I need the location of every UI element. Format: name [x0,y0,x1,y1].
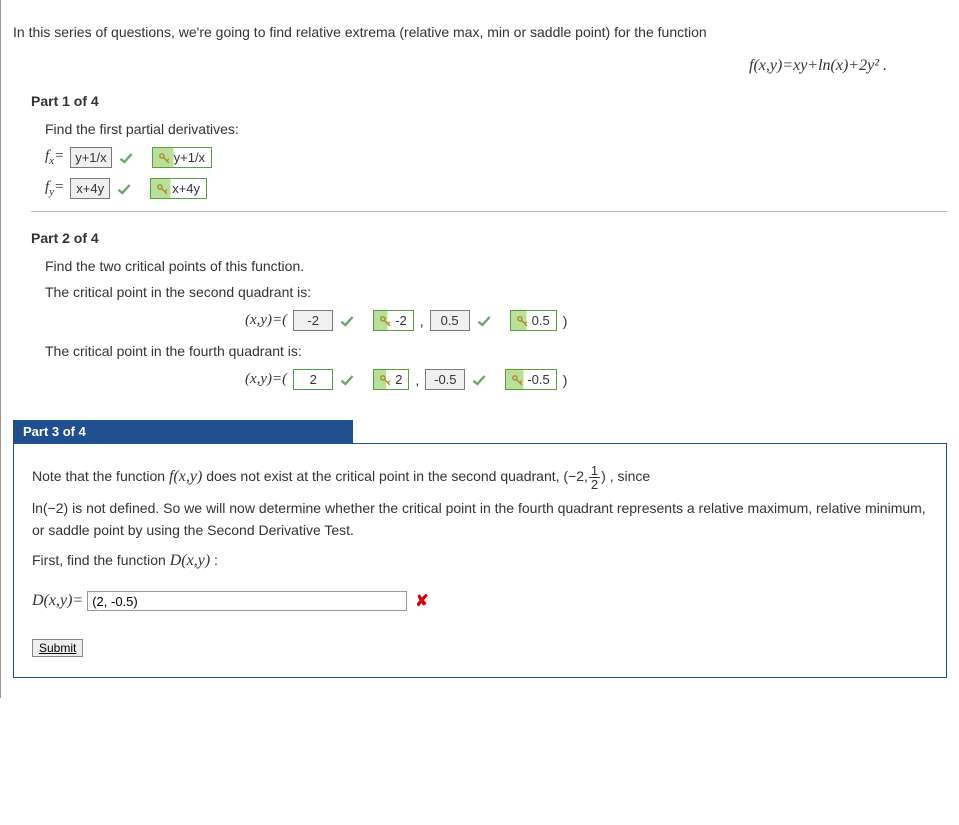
key-icon [510,373,524,387]
part2-prompt: Find the two critical points of this fun… [45,258,947,274]
submit-button[interactable]: Submit [32,639,83,657]
key-icon [515,314,529,328]
part3-line2: ln(−2) is not defined. So we will now de… [32,497,928,542]
part3-line3: First, find the function D(x,y) : [32,548,928,574]
fy-hint: x+4y [150,178,207,199]
q4-y-answer: -0.5 [425,369,465,390]
key-icon [378,373,392,387]
intro-text: In this series of questions, we're going… [13,22,947,43]
check-icon [471,372,487,388]
second-quadrant-text: The critical point in the second quadran… [45,284,947,300]
incorrect-icon: ✘ [415,591,428,611]
fy-row: fy= x+4y x+4y [45,178,947,199]
part2-title: Part 2 of 4 [31,230,947,246]
check-icon [116,181,132,197]
part3-panel: Note that the function f(x,y) does not e… [13,443,947,678]
q2-x-answer: -2 [293,310,333,331]
dxy-label: D(x,y)= [32,592,83,610]
fx-hint: y+1/x [152,147,212,168]
part1-prompt: Find the first partial derivatives: [45,121,947,137]
part3-line1: Note that the function f(x,y) does not e… [32,464,928,491]
check-icon [118,150,134,166]
fourth-quadrant-text: The critical point in the fourth quadran… [45,343,947,359]
q2-x-hint: -2 [373,310,414,331]
q4-y-hint: -0.5 [505,369,556,390]
key-icon [157,151,171,165]
check-icon [339,313,355,329]
check-icon [339,372,355,388]
q2-y-hint: 0.5 [510,310,557,331]
q4-x-answer: 2 [293,369,333,390]
q2-point-row: (x,y)=( -2 -2 , 0.5 0.5 ) [245,310,947,331]
q4-point-row: (x,y)=( 2 2 , -0.5 -0.5 ) [245,369,947,390]
fy-answer: x+4y [70,178,110,199]
equation: f(x,y)=xy+ln(x)+2y² . [13,57,947,75]
part3-tab: Part 3 of 4 [13,420,353,443]
key-icon [378,314,392,328]
dxy-input-row: D(x,y)= ✘ [32,591,928,611]
check-icon [476,313,492,329]
key-icon [155,182,169,196]
divider [31,211,947,212]
part1-title: Part 1 of 4 [31,93,947,109]
q2-y-answer: 0.5 [430,310,470,331]
q4-x-hint: 2 [373,369,409,390]
fx-row: fx= y+1/x y+1/x [45,147,947,168]
fx-answer: y+1/x [70,147,111,168]
dxy-input[interactable] [87,591,407,611]
